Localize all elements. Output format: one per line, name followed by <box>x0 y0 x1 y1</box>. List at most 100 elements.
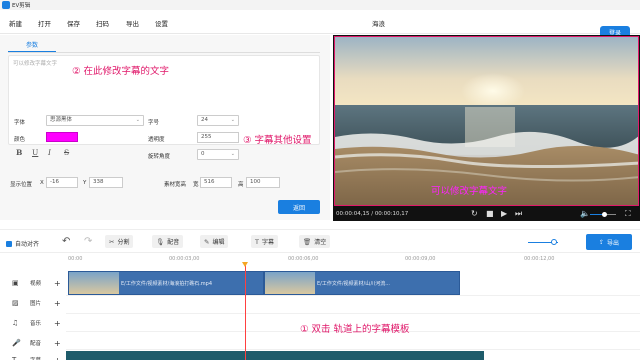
add-image-icon[interactable]: + <box>54 299 61 308</box>
size-select[interactable]: 24 ⌄ <box>197 115 239 126</box>
clear-label: 清空 <box>314 239 327 246</box>
project-name: 海浪 <box>372 20 385 28</box>
track-image[interactable]: ▨ 图片 + <box>0 294 66 312</box>
playhead-handle-icon[interactable] <box>242 262 248 267</box>
opacity-input[interactable]: 255 <box>197 132 239 143</box>
return-button[interactable]: 返回 <box>278 200 320 214</box>
x-input[interactable]: -16 <box>46 177 78 188</box>
chevron-down-icon: ⌄ <box>230 117 235 123</box>
fullscreen-icon[interactable]: ⛶ <box>625 209 631 219</box>
video-preview: 可以修改字幕文字 00:00:04,15 / 00:00:10,17 ↻ ■ ▶… <box>333 35 640 221</box>
annotation-edit-text: ② 在此修改字幕的文字 <box>72 66 170 77</box>
clear-button[interactable]: 🗑 清空 <box>299 235 331 248</box>
edit-button[interactable]: ✎ 编辑 <box>200 235 229 248</box>
track-dub[interactable]: 🎤 配音 + <box>0 334 66 352</box>
rotation-label: 旋转角度 <box>148 154 171 160</box>
ruler-tick: 00:00:06,00 <box>288 256 319 262</box>
playhead[interactable] <box>245 262 246 360</box>
image-icon: ▨ <box>12 299 19 307</box>
caption-template-clip[interactable] <box>66 351 484 360</box>
microphone-icon: 🎙 <box>156 237 165 246</box>
play-icon[interactable]: ▶ <box>501 209 507 218</box>
font-select[interactable]: 思源黑体 ⌄ <box>46 115 144 126</box>
text-icon: T <box>12 356 17 360</box>
menu-new[interactable]: 新建 <box>9 18 22 28</box>
image-lane[interactable] <box>66 296 640 314</box>
strikethrough-button[interactable]: S <box>64 148 69 157</box>
auto-align-toggle[interactable]: 自动对齐 <box>6 239 39 248</box>
video-frame[interactable]: 可以修改字幕文字 <box>334 36 639 206</box>
font-value: 思源黑体 <box>50 117 73 123</box>
video-lane[interactable]: E/工作文件/视频素材/海浪拍打礁石.mp4 E/工作文件/视频素材/山川河流.… <box>66 270 640 296</box>
time-display: 00:00:04,15 / 00:00:10,17 <box>336 211 409 217</box>
track-dub-label: 配音 <box>30 341 42 347</box>
editor-window: EV剪辑 新建 打开 保存 扫码 导出 设置 海浪 登录 参数 可以修改字幕文字… <box>0 0 640 360</box>
microphone-icon: 🎤 <box>12 339 21 347</box>
width-label: 宽 <box>193 182 199 188</box>
font-label: 字体 <box>14 120 26 126</box>
track-caption[interactable]: T 字幕 + <box>0 351 66 360</box>
split-button[interactable]: ✂ 分割 <box>105 235 134 248</box>
rotation-value: 0 <box>201 151 205 157</box>
height-input[interactable]: 100 <box>246 177 280 188</box>
zoom-knob[interactable] <box>550 239 557 245</box>
total-time: 00:00:10,17 <box>374 211 409 217</box>
clip-thumbnail <box>265 272 315 294</box>
y-input[interactable]: 338 <box>89 177 123 188</box>
bold-button[interactable]: B <box>16 148 22 157</box>
player-controls: 00:00:04,15 / 00:00:10,17 ↻ ■ ▶ ⏭ 🔈 ⛶ <box>333 207 640 221</box>
position-label: 显示位置 <box>10 182 33 188</box>
chevron-down-icon: ⌄ <box>230 151 235 157</box>
dub-button[interactable]: 🎙 配音 <box>152 235 184 248</box>
tab-params[interactable]: 参数 <box>8 41 56 52</box>
video-icon: ▣ <box>12 279 19 287</box>
redo-icon[interactable]: ↷ <box>84 236 92 247</box>
timeline-ruler[interactable]: 00:00 00:00:03,00 00:00:06,00 00:00:09,0… <box>66 254 640 266</box>
annotation-other-settings: ③ 字幕其他设置 <box>243 135 312 146</box>
replay-icon[interactable]: ↻ <box>471 209 478 218</box>
text-icon: T <box>255 237 259 246</box>
color-label: 颜色 <box>14 137 26 143</box>
caption-params-panel: 参数 可以修改字幕文字 ② 在此修改字幕的文字 字体 思源黑体 ⌄ 字号 24 … <box>0 35 330 220</box>
menu-scan[interactable]: 扫码 <box>96 18 109 28</box>
video-clip[interactable]: E/工作文件/视频素材/海浪拍打礁石.mp4 <box>68 271 264 295</box>
caption-overlay-text[interactable]: 可以修改字幕文字 <box>431 183 507 197</box>
volume-knob[interactable] <box>601 212 607 217</box>
stop-icon[interactable]: ■ <box>486 209 494 218</box>
undo-icon[interactable]: ↶ <box>62 236 70 247</box>
clip-thumbnail <box>69 272 119 294</box>
track-music[interactable]: ♫ 音乐 + <box>0 314 66 332</box>
menu-save[interactable]: 保存 <box>67 18 80 28</box>
add-dub-icon[interactable]: + <box>54 339 61 348</box>
italic-button[interactable]: I <box>48 148 51 157</box>
add-music-icon[interactable]: + <box>54 319 61 328</box>
export-button[interactable]: ⇪ 导出 <box>586 234 632 250</box>
volume-slider[interactable] <box>590 212 616 217</box>
menu-settings[interactable]: 设置 <box>155 18 168 28</box>
app-title: EV剪辑 <box>12 3 31 9</box>
underline-button[interactable]: U <box>32 148 38 157</box>
color-swatch[interactable] <box>46 132 78 142</box>
width-input[interactable]: 516 <box>200 177 232 188</box>
size-label: 字号 <box>148 120 160 126</box>
app-logo-icon <box>2 1 10 9</box>
caption-button[interactable]: T 字幕 <box>251 235 278 248</box>
add-video-icon[interactable]: + <box>54 279 61 288</box>
clip-label: E/工作文件/视频素材/海浪拍打礁石.mp4 <box>121 281 213 287</box>
clip-label: E/工作文件/视频素材/山川河流... <box>317 281 390 287</box>
volume-icon[interactable]: 🔈 <box>580 209 590 218</box>
menu-export[interactable]: 导出 <box>126 18 139 28</box>
auto-align-checkbox[interactable] <box>6 240 12 247</box>
track-video-label: 视频 <box>30 281 42 287</box>
scissors-icon: ✂ <box>109 237 115 246</box>
video-clip[interactable]: E/工作文件/视频素材/山川河流... <box>264 271 460 295</box>
menu-open[interactable]: 打开 <box>38 18 51 28</box>
rotation-select[interactable]: 0 ⌄ <box>197 149 239 160</box>
track-video[interactable]: ▣ 视频 + <box>0 274 66 292</box>
track-caption-label: 字幕 <box>30 356 54 360</box>
next-frame-icon[interactable]: ⏭ <box>515 209 522 219</box>
height-label: 高 <box>238 182 244 188</box>
add-caption-icon[interactable]: + <box>54 356 61 360</box>
ruler-tick: 00:00:09,00 <box>405 256 436 262</box>
ruler-tick: 00:00 <box>68 256 83 262</box>
